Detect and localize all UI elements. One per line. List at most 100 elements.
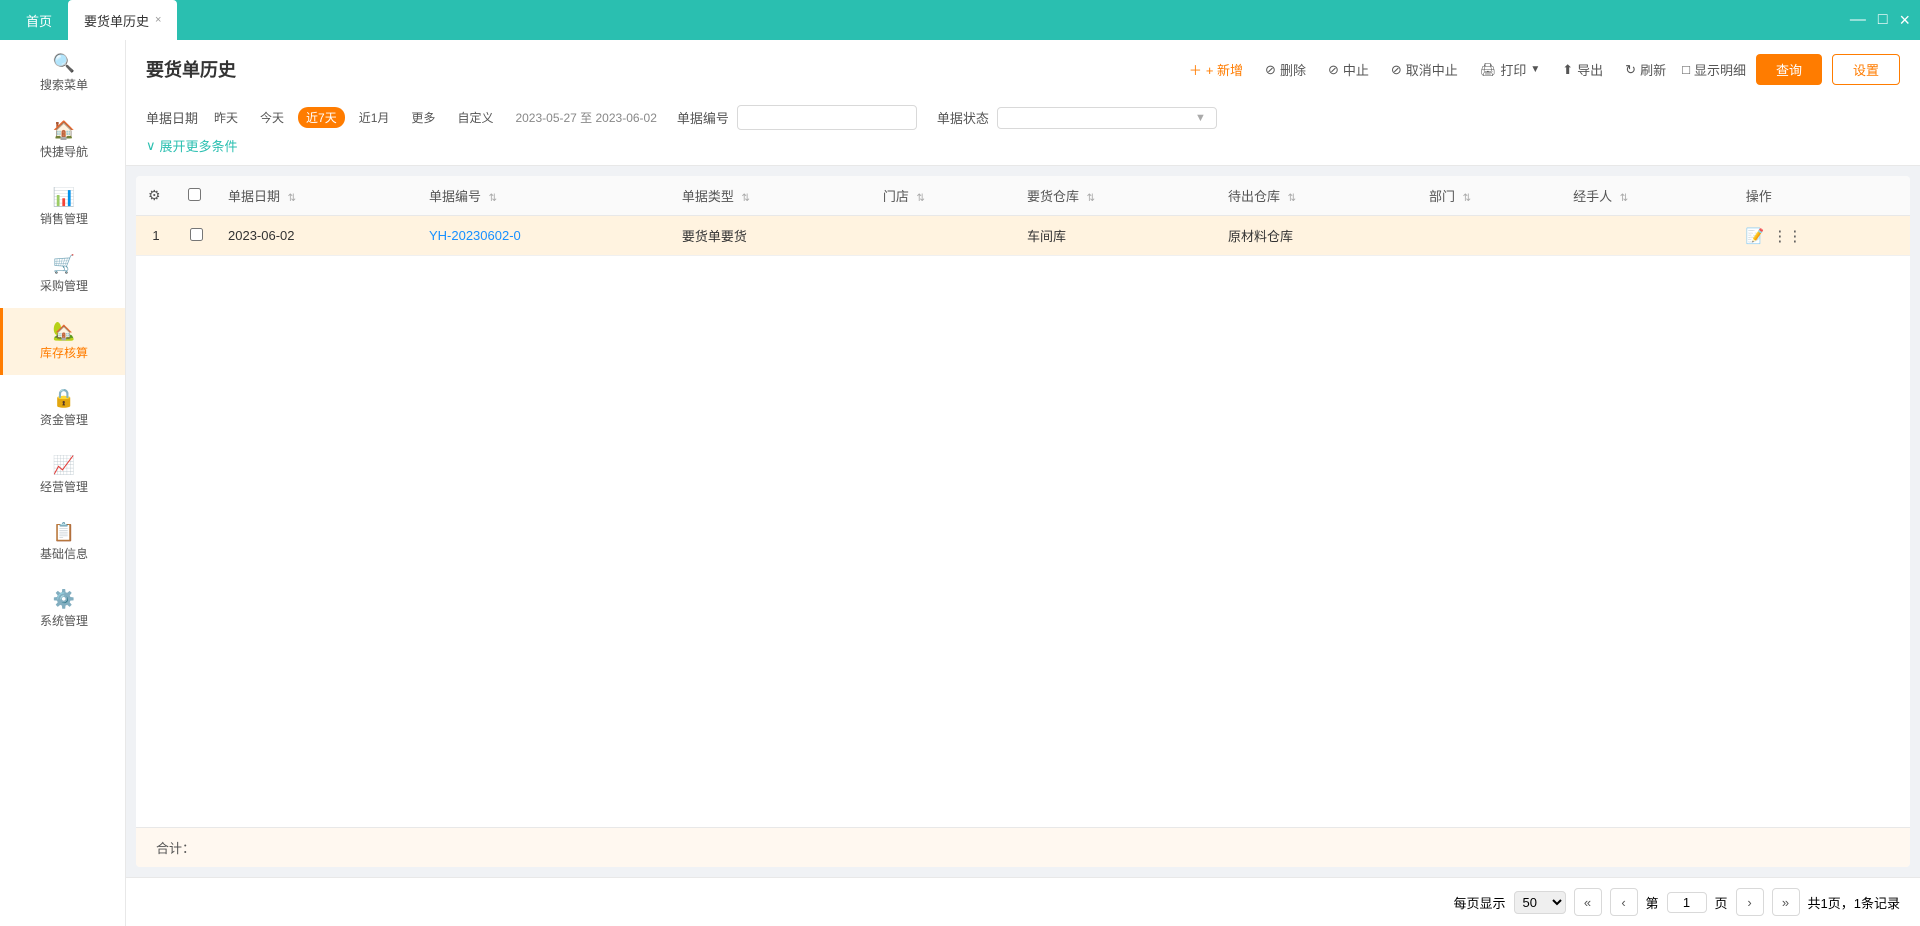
sidebar-item-sales-label: 销售管理 <box>40 210 88 227</box>
date-btn-custom[interactable]: 自定义 <box>449 107 501 128</box>
store-col-header[interactable]: 门店 ⇅ <box>871 176 1015 216</box>
sidebar-item-finance[interactable]: 🔒 资金管理 <box>0 375 125 442</box>
row-more-icon[interactable]: ⋮⋮ <box>1772 227 1802 245</box>
add-button[interactable]: ＋ + 新增 <box>1183 56 1249 83</box>
show-detail-icon: □ <box>1682 62 1690 77</box>
purchase-icon: 🛒 <box>53 255 75 273</box>
gear-col-header[interactable]: ⚙ <box>136 176 176 216</box>
sidebar-item-system[interactable]: ⚙️ 系统管理 <box>0 576 125 643</box>
order-num-filter: 单据编号 <box>677 105 917 130</box>
sidebar-item-operation[interactable]: 📈 经营管理 <box>0 442 125 509</box>
row-order-link[interactable]: YH-20230602-0 <box>429 228 521 243</box>
settings-button[interactable]: 设置 <box>1832 54 1900 85</box>
dept-col-label: 部门 <box>1429 189 1455 204</box>
req-warehouse-col-header[interactable]: 要货仓库 ⇅ <box>1015 176 1216 216</box>
content-area: 要货单历史 ＋ + 新增 ⊘ 删除 ⊘ 中止 ⊘ <box>126 40 1920 926</box>
num-col-label: 单据编号 <box>429 189 481 204</box>
date-btn-more[interactable]: 更多 <box>403 107 443 128</box>
order-status-select[interactable]: ▼ <box>997 107 1217 129</box>
num-col-header[interactable]: 单据编号 ⇅ <box>417 176 670 216</box>
tab-history-label: 要货单历史 <box>84 11 149 30</box>
sidebar-item-finance-label: 资金管理 <box>40 411 88 428</box>
stop-label: 中止 <box>1343 60 1369 79</box>
sidebar-item-search[interactable]: 🔍 搜索菜单 <box>0 40 125 107</box>
row-type: 要货单要货 <box>670 216 871 256</box>
export-label: 导出 <box>1577 60 1603 79</box>
row-checkbox-cell[interactable] <box>176 216 216 256</box>
tab-history-close[interactable]: × <box>155 14 161 26</box>
next-page-icon: › <box>1747 895 1751 910</box>
date-btn-1month[interactable]: 近1月 <box>351 107 398 128</box>
date-col-header[interactable]: 单据日期 ⇅ <box>216 176 417 216</box>
delete-button[interactable]: ⊘ 删除 <box>1259 56 1312 83</box>
print-button[interactable]: 🖨 打印 ▼ <box>1474 56 1546 83</box>
system-icon: ⚙️ <box>53 590 75 608</box>
order-num-input[interactable] <box>737 105 917 130</box>
sidebar-item-sales[interactable]: 📊 销售管理 <box>0 174 125 241</box>
date-range-display: 2023-05-27 至 2023-06-02 <box>515 109 656 126</box>
tab-history[interactable]: 要货单历史 × <box>68 0 177 40</box>
dept-col-header[interactable]: 部门 ⇅ <box>1417 176 1561 216</box>
tab-list: 首页 要货单历史 × <box>10 0 1850 40</box>
toolbar: ＋ + 新增 ⊘ 删除 ⊘ 中止 ⊘ 取消中止 <box>1183 54 1900 95</box>
prev-page-button[interactable]: ‹ <box>1610 888 1638 916</box>
last-page-button[interactable]: » <box>1772 888 1800 916</box>
per-page-select[interactable]: 10 20 50 100 <box>1514 891 1566 914</box>
table-row: 1 2023-06-02 YH-20230602-0 要货单要货 车间库 原材料… <box>136 216 1910 256</box>
settings-icon: ⚙ <box>148 187 161 203</box>
data-table: ⚙ 单据日期 ⇅ 单据编号 ⇅ <box>136 176 1910 256</box>
last-page-icon: » <box>1782 895 1789 910</box>
order-status-label: 单据状态 <box>937 108 989 127</box>
date-btn-7days[interactable]: 近7天 <box>298 107 345 128</box>
pending-warehouse-sort-icon: ⇅ <box>1288 193 1296 204</box>
refresh-button[interactable]: ↻ 刷新 <box>1619 56 1672 83</box>
sidebar-item-inventory[interactable]: 🏡 库存核算 <box>0 308 125 375</box>
export-button[interactable]: ⬆ 导出 <box>1556 56 1609 83</box>
delete-label: 删除 <box>1280 60 1306 79</box>
row-req-warehouse: 车间库 <box>1015 216 1216 256</box>
store-sort-icon: ⇅ <box>916 193 924 204</box>
handler-col-header[interactable]: 经手人 ⇅ <box>1561 176 1734 216</box>
expand-more-button[interactable]: ∨ 展开更多条件 <box>146 136 1900 155</box>
stop-button[interactable]: ⊘ 中止 <box>1322 56 1375 83</box>
page-suffix-label: 页 <box>1715 893 1728 912</box>
checkbox-col-header[interactable] <box>176 176 216 216</box>
cancel-stop-button[interactable]: ⊘ 取消中止 <box>1385 56 1464 83</box>
home-icon: 🏠 <box>53 121 75 139</box>
finance-icon: 🔒 <box>53 389 75 407</box>
window-maximize[interactable]: □ <box>1878 11 1888 29</box>
show-detail-button[interactable]: □ 显示明细 <box>1682 60 1746 79</box>
row-checkbox[interactable] <box>190 228 203 241</box>
req-warehouse-sort-icon: ⇅ <box>1087 193 1095 204</box>
page-number-input[interactable] <box>1667 892 1707 913</box>
table-area: ⚙ 单据日期 ⇅ 单据编号 ⇅ <box>136 176 1910 867</box>
next-page-button[interactable]: › <box>1736 888 1764 916</box>
type-col-header[interactable]: 单据类型 ⇅ <box>670 176 871 216</box>
print-arrow: ▼ <box>1530 64 1540 75</box>
sidebar-item-quick-nav[interactable]: 🏠 快捷导航 <box>0 107 125 174</box>
window-minimize[interactable]: — <box>1850 11 1866 29</box>
refresh-label: 刷新 <box>1640 60 1666 79</box>
row-edit-icon[interactable]: 📝 <box>1746 227 1765 245</box>
table-footer: 合计： <box>136 827 1910 867</box>
req-warehouse-col-label: 要货仓库 <box>1027 189 1079 204</box>
pending-warehouse-col-header[interactable]: 待出仓库 ⇅ <box>1216 176 1417 216</box>
first-page-button[interactable]: « <box>1574 888 1602 916</box>
tab-home-label: 首页 <box>26 11 52 30</box>
prev-page-icon: ‹ <box>1621 895 1625 910</box>
sidebar-item-basic[interactable]: 📋 基础信息 <box>0 509 125 576</box>
refresh-icon: ↻ <box>1625 62 1636 78</box>
total-label: 合计： <box>156 838 195 857</box>
row-actions: 📝 ⋮⋮ <box>1734 216 1910 256</box>
tab-home[interactable]: 首页 <box>10 0 68 40</box>
select-all-checkbox[interactable] <box>188 188 201 201</box>
date-btn-today[interactable]: 今天 <box>252 107 292 128</box>
sidebar-item-purchase[interactable]: 🛒 采购管理 <box>0 241 125 308</box>
window-close[interactable]: × <box>1899 10 1910 31</box>
filter-row: 单据日期 昨天 今天 近7天 近1月 更多 自定义 2023-05-27 至 2… <box>146 105 1900 130</box>
date-btn-yesterday[interactable]: 昨天 <box>206 107 246 128</box>
row-pending-warehouse: 原材料仓库 <box>1216 216 1417 256</box>
query-button[interactable]: 查询 <box>1756 54 1822 85</box>
sales-icon: 📊 <box>53 188 75 206</box>
first-page-icon: « <box>1584 895 1591 910</box>
